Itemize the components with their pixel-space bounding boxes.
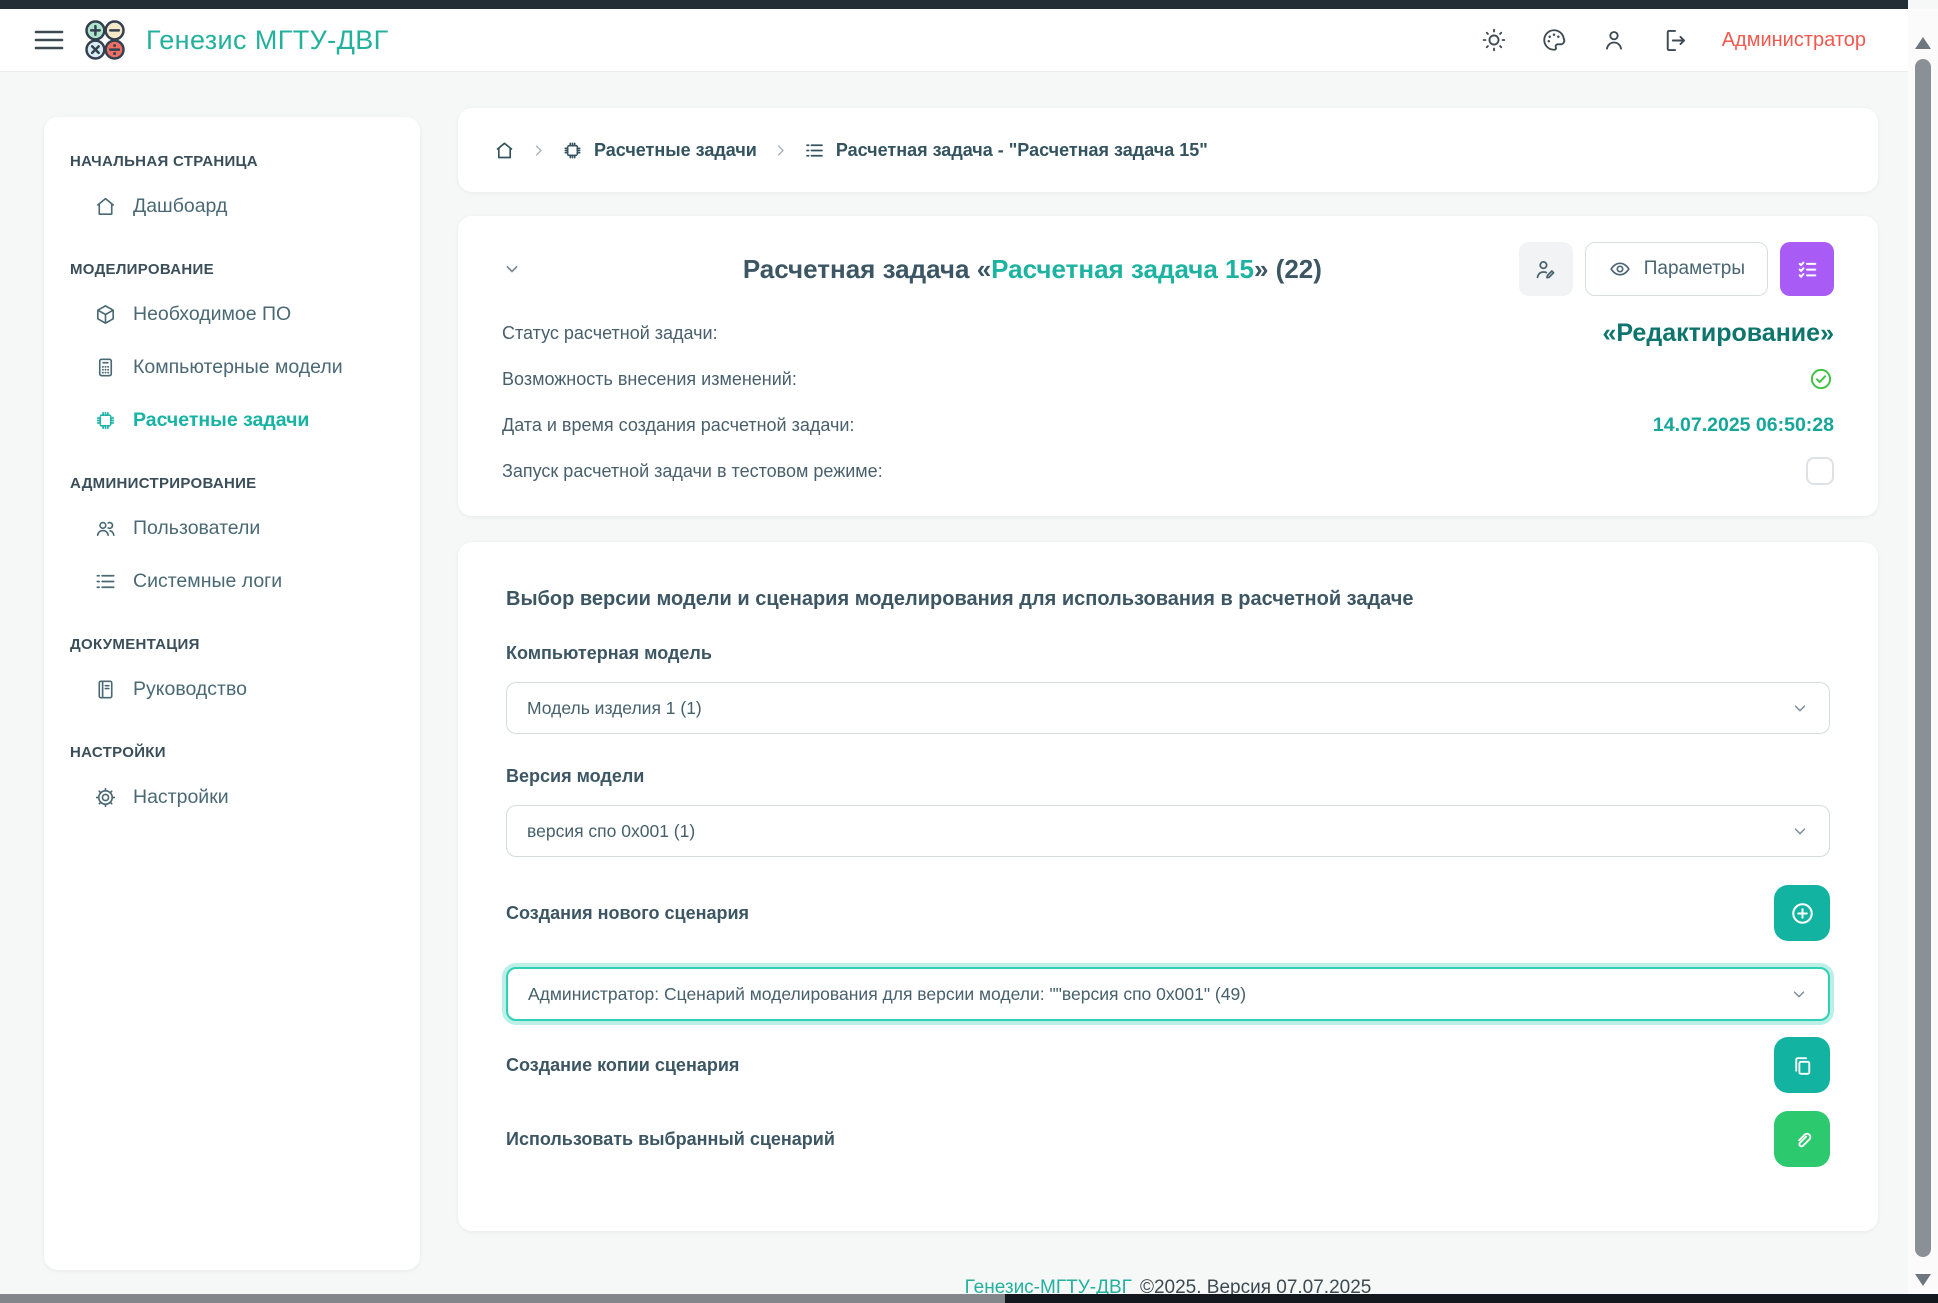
chevron-down-icon <box>1791 699 1809 717</box>
test-mode-row: Запуск расчетной задачи в тестовом режим… <box>502 448 1834 494</box>
sidebar-item-computer-models[interactable]: Компьютерные модели <box>70 341 402 394</box>
computer-model-select[interactable]: Модель изделия 1 (1) <box>506 682 1830 734</box>
computer-model-label: Компьютерная модель <box>506 643 712 663</box>
chevron-right-icon <box>773 143 788 158</box>
sun-icon <box>1482 28 1505 52</box>
parameters-button[interactable]: Параметры <box>1584 242 1768 296</box>
logout-button[interactable] <box>1661 27 1688 54</box>
task-list-button[interactable] <box>1780 242 1834 296</box>
breadcrumb-home-link[interactable] <box>494 140 515 161</box>
cpu-icon <box>564 141 581 159</box>
chevron-down-icon <box>506 266 518 273</box>
sidebar-section-documentation: ДОКУМЕНТАЦИЯ <box>70 636 200 653</box>
editable-row: Возможность внесения изменений: <box>502 356 1834 402</box>
check-circle-icon <box>1808 366 1834 392</box>
sidebar-item-system-logs[interactable]: Системные логи <box>70 555 402 608</box>
test-mode-checkbox[interactable] <box>1806 457 1834 485</box>
section-title: Выбор версии модели и сценария моделиров… <box>506 588 1414 610</box>
vertical-scrollbar-thumb[interactable] <box>1915 59 1931 1257</box>
home-icon <box>496 141 513 158</box>
home-icon <box>96 197 115 215</box>
cpu-icon <box>96 411 115 430</box>
hamburger-icon <box>34 30 64 50</box>
chevron-down-icon <box>1791 822 1809 840</box>
book-icon <box>98 680 113 699</box>
chevron-down-icon <box>1790 985 1808 1003</box>
page-title: Расчетная задача «Расчетная задача 15» (… <box>742 253 1322 284</box>
task-name: Расчетная задача 15 <box>991 253 1254 284</box>
model-version-select[interactable]: версия спо 0x001 (1) <box>506 805 1830 857</box>
menu-toggle-button[interactable] <box>34 29 64 51</box>
paperclip-icon <box>1797 1132 1811 1147</box>
sidebar-item-settings[interactable]: Настройки <box>70 771 402 824</box>
list-icon <box>806 143 823 157</box>
app-header: Генезис МГТУ-ДВГ Администратор <box>0 9 1908 72</box>
scenario-selection-card: Выбор версии модели и сценария моделиров… <box>458 542 1878 1231</box>
logout-icon <box>1666 29 1685 51</box>
palette-button[interactable] <box>1541 27 1567 53</box>
checklist-icon <box>1798 261 1816 278</box>
use-scenario-button[interactable] <box>1774 1111 1830 1167</box>
collapse-card-button[interactable] <box>502 259 532 279</box>
scroll-down-arrow-icon[interactable] <box>1915 1274 1931 1286</box>
copy-icon <box>1794 1056 1810 1075</box>
task-card: Расчетная задача «Расчетная задача 15» (… <box>458 216 1878 516</box>
breadcrumb-current-page: Расчетная задача - "Расчетная задача 15" <box>804 140 1208 161</box>
sidebar-item-dashboard[interactable]: Дашбоард <box>70 180 402 233</box>
sidebar-item-manual[interactable]: Руководство <box>70 663 402 716</box>
scenario-select[interactable]: Администратор: Сценарий моделирования дл… <box>506 967 1830 1021</box>
top-edge-bar <box>0 0 1908 9</box>
breadcrumb-tasks-link[interactable]: Расчетные задачи <box>562 140 757 161</box>
assign-user-button[interactable] <box>1518 242 1573 296</box>
package-icon <box>97 305 114 324</box>
created-datetime: 14.07.2025 06:50:28 <box>1652 413 1834 436</box>
sidebar-section-settings: НАСТРОЙКИ <box>70 744 166 761</box>
chevron-right-icon <box>531 143 546 158</box>
sidebar-item-calculation-tasks[interactable]: Расчетные задачи <box>70 394 402 447</box>
breadcrumb: Расчетные задачи Расчетная задача - "Рас… <box>458 108 1878 192</box>
model-version-label: Версия модели <box>506 766 645 786</box>
sidebar: НАЧАЛЬНАЯ СТРАНИЦА Дашбоард МОДЕЛИРОВАНИ… <box>44 117 420 1270</box>
current-user-role[interactable]: Администратор <box>1722 29 1866 52</box>
new-scenario-label: Создания нового сценария <box>506 902 750 923</box>
eye-icon <box>1609 262 1630 276</box>
sidebar-section-home: НАЧАЛЬНАЯ СТРАНИЦА <box>70 153 258 170</box>
app-title: Генезис МГТУ-ДВГ <box>146 24 389 55</box>
app-logo-icon <box>82 17 128 63</box>
sidebar-item-required-software[interactable]: Необходимое ПО <box>70 288 402 341</box>
user-icon <box>1605 31 1622 50</box>
list-icon <box>96 574 115 589</box>
palette-icon <box>1543 29 1565 51</box>
gear-icon <box>95 787 116 808</box>
horizontal-scrollbar-thumb[interactable] <box>0 1294 1005 1303</box>
create-scenario-button[interactable] <box>1774 885 1830 941</box>
plus-circle-icon <box>1791 902 1813 924</box>
scroll-up-arrow-icon[interactable] <box>1915 37 1931 49</box>
users-icon <box>96 521 115 537</box>
sidebar-item-users[interactable]: Пользователи <box>70 502 402 555</box>
sidebar-section-administration: АДМИНИСТРИРОВАНИЕ <box>70 475 257 492</box>
use-scenario-label: Использовать выбранный сценарий <box>506 1128 835 1149</box>
user-edit-icon <box>1536 260 1555 279</box>
theme-toggle-button[interactable] <box>1481 27 1507 53</box>
sidebar-section-modeling: МОДЕЛИРОВАНИЕ <box>70 261 214 278</box>
status-value: «Редактирование» <box>1602 318 1834 347</box>
copy-scenario-label: Создание копии сценария <box>506 1054 740 1075</box>
main-content: Расчетные задачи Расчетная задача - "Рас… <box>458 108 1878 1299</box>
copy-scenario-button[interactable] <box>1774 1037 1830 1093</box>
vertical-scrollbar[interactable] <box>1908 9 1938 1294</box>
status-row: Статус расчетной задачи: «Редактирование… <box>502 318 1834 347</box>
profile-button[interactable] <box>1601 27 1627 53</box>
created-row: Дата и время создания расчетной задачи: … <box>502 413 1834 436</box>
horizontal-scrollbar[interactable] <box>0 1294 1938 1303</box>
calculator-icon <box>98 358 113 377</box>
